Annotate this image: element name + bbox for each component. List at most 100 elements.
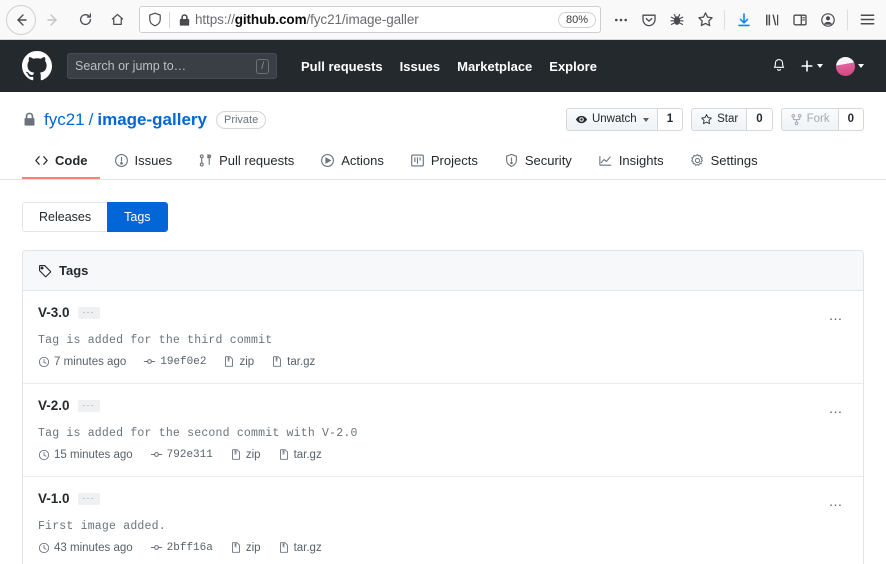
back-button[interactable] — [6, 4, 36, 35]
tag-verification-badge: ··· — [77, 399, 100, 412]
zoom-level-badge[interactable]: 80% — [557, 11, 596, 28]
tag-options-menu[interactable]: … — [825, 492, 849, 510]
table-row: V-1.0 ··· First image added. 43 minutes … — [23, 477, 863, 564]
browser-toolbar: https://github.com/fyc21/image-galler 80… — [0, 0, 886, 40]
git-pull-request-icon — [198, 153, 213, 168]
tags-panel: Tags V-3.0 ··· Tag is added for the thir… — [22, 250, 864, 564]
watch-count[interactable]: 1 — [656, 108, 684, 131]
nav-marketplace[interactable]: Marketplace — [457, 59, 532, 74]
search-shortcut-badge: / — [256, 58, 269, 74]
url-path: /fyc21/image-galler — [306, 12, 419, 27]
gear-icon — [690, 153, 705, 168]
url-text[interactable]: https://github.com/fyc21/image-galler — [195, 12, 554, 27]
download-arrow-icon[interactable] — [731, 6, 757, 34]
tab-actions-label: Actions — [341, 153, 384, 168]
tab-projects-label: Projects — [430, 153, 478, 168]
fork-count[interactable]: 0 — [837, 108, 864, 131]
hamburger-menu-icon[interactable] — [854, 6, 880, 34]
tag-name-row: V-3.0 ··· — [38, 305, 825, 320]
tag-targz-download[interactable]: tar.gz — [278, 448, 322, 461]
bug-icon[interactable] — [664, 6, 690, 34]
tab-code-label: Code — [55, 153, 88, 168]
releases-tags-toggle: Releases Tags — [22, 202, 168, 232]
tag-zip-download[interactable]: zip — [223, 355, 254, 368]
fork-button[interactable]: Fork — [780, 108, 838, 131]
create-new-button[interactable] — [800, 59, 823, 73]
nav-pull-requests[interactable]: Pull requests — [301, 59, 383, 74]
table-row: V-3.0 ··· Tag is added for the third com… — [23, 291, 863, 384]
bookmark-star-icon[interactable] — [692, 6, 718, 34]
tab-insights[interactable]: Insights — [586, 145, 676, 179]
reload-button[interactable] — [70, 5, 100, 35]
github-mark-icon[interactable] — [22, 51, 52, 81]
tab-security[interactable]: Security — [492, 145, 584, 179]
sidebar-icon[interactable] — [787, 6, 813, 34]
tag-metadata: 43 minutes ago 2bff16a zip tar.gz — [38, 541, 825, 554]
tag-targz-download[interactable]: tar.gz — [271, 355, 315, 368]
tag-zip-link[interactable]: zip — [246, 449, 261, 461]
tag-name-link[interactable]: V-3.0 — [38, 305, 70, 320]
bell-icon[interactable] — [771, 58, 787, 74]
tag-icon — [38, 264, 52, 278]
clock-icon — [38, 356, 50, 368]
tag-options-menu[interactable]: … — [825, 399, 849, 417]
tab-actions[interactable]: Actions — [308, 145, 396, 179]
tag-targz-download[interactable]: tar.gz — [278, 541, 322, 554]
account-circle-icon[interactable] — [815, 6, 841, 34]
tag-name-link[interactable]: V-1.0 — [38, 491, 70, 506]
tracking-protection-shield-icon[interactable] — [144, 10, 166, 30]
fork-button-group: Fork 0 — [780, 108, 864, 131]
tag-targz-link[interactable]: tar.gz — [294, 449, 322, 461]
tag-options-menu[interactable]: … — [825, 306, 849, 324]
tag-targz-link[interactable]: tar.gz — [294, 542, 322, 554]
repo-name-link[interactable]: image-gallery — [97, 110, 207, 130]
play-icon — [320, 153, 335, 168]
user-menu-button[interactable] — [836, 56, 864, 76]
tag-metadata: 7 minutes ago 19ef0e2 zip tar.gz — [38, 355, 825, 368]
tag-details: V-1.0 ··· First image added. 43 minutes … — [38, 491, 825, 554]
tag-targz-link[interactable]: tar.gz — [287, 356, 315, 368]
global-nav: Pull requests Issues Marketplace Explore — [301, 59, 597, 74]
tag-commit-link[interactable]: 792e311 — [167, 449, 213, 461]
repository-title-row: fyc21 / image-gallery Private Unwatch 1 — [22, 108, 864, 131]
nav-explore[interactable]: Explore — [549, 59, 597, 74]
tag-zip-download[interactable]: zip — [230, 448, 261, 461]
unwatch-button[interactable]: Unwatch — [565, 108, 657, 131]
tab-projects[interactable]: Projects — [398, 145, 490, 179]
releases-toggle-button[interactable]: Releases — [22, 202, 108, 232]
star-count[interactable]: 0 — [746, 108, 773, 131]
tab-settings[interactable]: Settings — [678, 145, 770, 179]
star-button[interactable]: Star — [691, 108, 747, 131]
home-button[interactable] — [102, 5, 132, 35]
tab-pull-requests[interactable]: Pull requests — [186, 145, 306, 179]
repo-owner-link[interactable]: fyc21 — [44, 110, 85, 130]
global-header-actions — [771, 56, 864, 76]
url-divider — [169, 11, 170, 28]
nav-issues[interactable]: Issues — [400, 59, 440, 74]
file-zip-icon — [230, 448, 242, 461]
page-actions-button[interactable] — [608, 6, 634, 34]
tab-issues-label: Issues — [134, 153, 173, 168]
tag-zip-link[interactable]: zip — [246, 542, 261, 554]
pocket-icon[interactable] — [636, 6, 662, 34]
forward-button[interactable] — [38, 5, 68, 35]
tag-time-text: 15 minutes ago — [54, 448, 133, 461]
url-bar[interactable]: https://github.com/fyc21/image-galler 80… — [139, 6, 601, 33]
tab-code[interactable]: Code — [22, 145, 100, 179]
watch-button-group: Unwatch 1 — [565, 108, 684, 131]
avatar — [836, 56, 855, 76]
tag-name-link[interactable]: V-2.0 — [38, 398, 70, 413]
tag-zip-download[interactable]: zip — [230, 541, 261, 554]
tag-details: V-3.0 ··· Tag is added for the third com… — [38, 305, 825, 368]
tag-commit-link[interactable]: 19ef0e2 — [160, 356, 206, 368]
plus-icon — [800, 59, 814, 73]
tags-toggle-button[interactable]: Tags — [107, 202, 168, 232]
padlock-icon[interactable] — [173, 10, 195, 30]
graph-icon — [598, 153, 613, 168]
tag-message: Tag is added for the third commit — [38, 334, 273, 347]
tag-commit-link[interactable]: 2bff16a — [167, 542, 213, 554]
tag-zip-link[interactable]: zip — [239, 356, 254, 368]
search-input[interactable]: Search or jump to… / — [67, 53, 277, 79]
library-icon[interactable] — [759, 6, 785, 34]
tab-issues[interactable]: Issues — [102, 145, 185, 179]
